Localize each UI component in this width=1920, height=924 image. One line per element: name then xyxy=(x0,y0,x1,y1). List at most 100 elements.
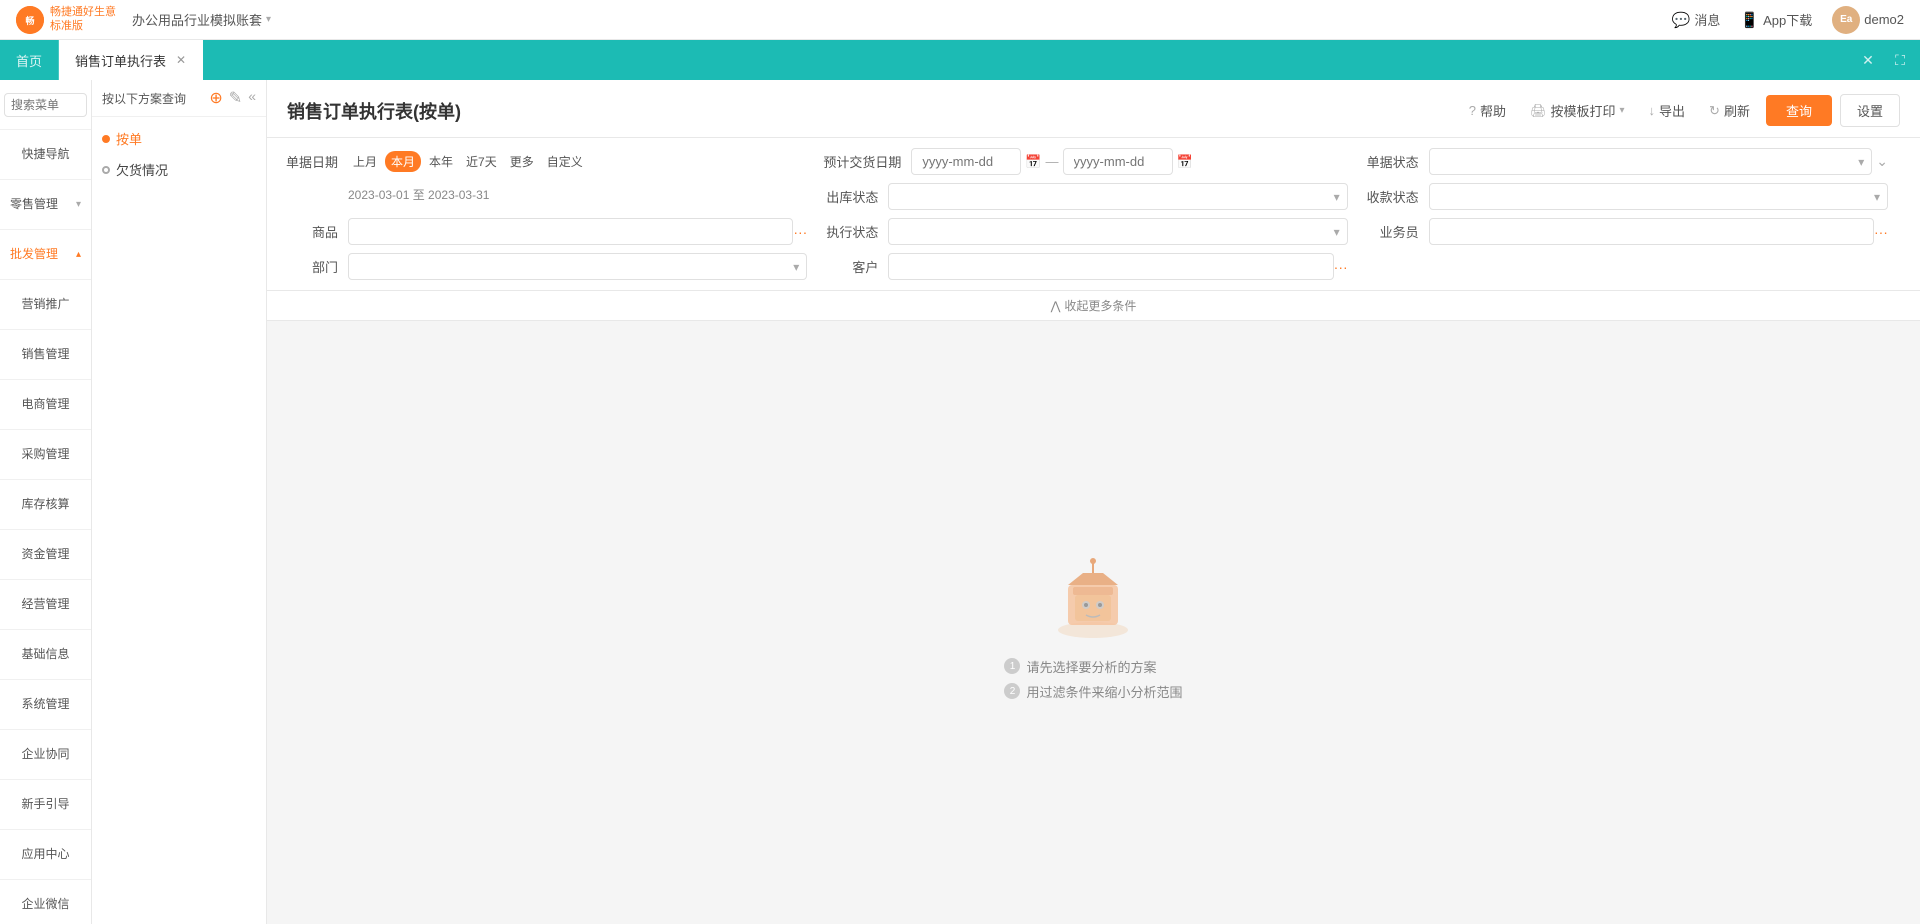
date-range-text: 2023-03-01 至 2023-03-31 xyxy=(348,186,489,203)
export-icon: ↓ xyxy=(1649,103,1656,118)
date-dash: — xyxy=(1046,154,1059,169)
out-status-select[interactable] xyxy=(888,183,1347,210)
salesperson-ellipsis-icon[interactable]: ··· xyxy=(1874,224,1888,240)
expected-date-start[interactable] xyxy=(911,148,1021,175)
svg-text:畅: 畅 xyxy=(25,15,34,26)
page-header-row: 销售订单执行表(按单) ? 帮助 🖨 按模板打印 ▾ ↓ 导出 xyxy=(267,80,1920,138)
collapse-up-icon: ⋀ xyxy=(1051,299,1061,313)
sidebar-item-basics[interactable]: 基础信息 xyxy=(0,630,91,680)
scheme-item-label: 欠货情况 xyxy=(116,160,168,179)
sidebar-item-purchase[interactable]: 采购管理 xyxy=(0,430,91,480)
print-arrow-icon: ▾ xyxy=(1620,105,1625,116)
date-tab-more[interactable]: 更多 xyxy=(505,151,539,172)
export-btn[interactable]: ↓ 导出 xyxy=(1641,97,1694,124)
tab-sales-order[interactable]: 销售订单执行表 ✕ xyxy=(59,40,203,80)
top-bar-right: 💬 消息 📱 App下载 Ea demo2 xyxy=(1672,6,1904,34)
sidebar-item-ecommerce[interactable]: 电商管理 xyxy=(0,380,91,430)
sidebar-item-retail[interactable]: 零售管理 ▾ xyxy=(0,180,91,230)
scheme-item-order[interactable]: 按单 xyxy=(92,123,266,154)
message-btn[interactable]: 💬 消息 xyxy=(1672,10,1721,29)
date-tab-7days[interactable]: 近7天 xyxy=(461,151,502,172)
refresh-btn[interactable]: ↻ 刷新 xyxy=(1701,97,1758,124)
sidebar-item-operations[interactable]: 经营管理 xyxy=(0,580,91,630)
sidebar-item-quicknav[interactable]: 快捷导航 xyxy=(0,130,91,180)
settings-btn[interactable]: 设置 xyxy=(1840,94,1900,127)
chevron-icon: ▾ xyxy=(76,198,81,212)
sidebar-item-wholesale[interactable]: 批发管理 ▴ xyxy=(0,230,91,280)
dept-select[interactable] xyxy=(348,253,807,280)
goods-input[interactable] xyxy=(348,218,793,245)
sidebar-item-wechat[interactable]: 企业微信 xyxy=(0,880,91,924)
sidebar-item-label: 企业协同 xyxy=(21,746,69,763)
sidebar-item-appcenter[interactable]: 应用中心 xyxy=(0,830,91,880)
app-download-btn[interactable]: 📱 App下载 xyxy=(1740,10,1812,29)
goods-ellipsis-icon[interactable]: ··· xyxy=(793,224,807,240)
sidebar-item-inventory[interactable]: 库存核算 xyxy=(0,480,91,530)
sidebar-item-label: 经营管理 xyxy=(21,596,69,613)
expected-date-end[interactable] xyxy=(1063,148,1173,175)
query-btn[interactable]: 查询 xyxy=(1766,95,1832,126)
date-tab-last-month[interactable]: 上月 xyxy=(348,151,382,172)
sidebar-item-sales[interactable]: 销售管理 xyxy=(0,330,91,380)
minimize-btn[interactable]: ✕ xyxy=(1856,48,1880,72)
expected-date-label: 预计交货日期 xyxy=(823,152,901,171)
sidebar-item-newuser[interactable]: 新手引导 xyxy=(0,780,91,830)
help-btn[interactable]: ? 帮助 xyxy=(1461,97,1514,124)
tab-sales-order-label: 销售订单执行表 xyxy=(75,51,166,70)
sidebar-item-marketing[interactable]: 营销推广 xyxy=(0,280,91,330)
out-status-control xyxy=(888,183,1347,210)
sidebar-item-label: 新手引导 xyxy=(21,796,69,813)
left-panel-actions: ⊕ ✎ « xyxy=(209,88,256,108)
tab-home[interactable]: 首页 xyxy=(0,40,59,80)
date-tab-custom[interactable]: 自定义 xyxy=(542,151,588,172)
search-input[interactable] xyxy=(4,93,87,117)
print-btn[interactable]: 🖨 按模板打印 ▾ xyxy=(1522,97,1633,124)
sidebar-item-label: 销售管理 xyxy=(21,346,69,363)
logo-area[interactable]: 畅 畅捷通好生意 标准版 xyxy=(16,6,116,34)
close-icon[interactable]: ✕ xyxy=(176,53,186,67)
dept-label: 部门 xyxy=(283,257,338,276)
sidebar-item-system[interactable]: 系统管理 xyxy=(0,680,91,730)
top-bar: 畅 畅捷通好生意 标准版 办公用品行业模拟账套 ▾ 💬 消息 📱 App下载 E… xyxy=(0,0,1920,40)
add-scheme-icon[interactable]: ⊕ xyxy=(209,88,222,108)
empty-tip-2: 2 用过滤条件来缩小分析范围 xyxy=(1004,682,1182,701)
calendar-start-icon[interactable]: 📅 xyxy=(1025,154,1041,170)
maximize-btn[interactable]: ⛶ xyxy=(1888,48,1912,72)
sidebar-item-cooperation[interactable]: 企业协同 xyxy=(0,730,91,780)
customer-control: ··· xyxy=(888,253,1347,280)
sidebar-item-label: 批发管理 xyxy=(10,246,58,263)
chevron-down-icon: ▾ xyxy=(266,14,271,25)
sidebar-item-label: 资金管理 xyxy=(21,546,69,563)
calendar-end-icon[interactable]: 📅 xyxy=(1177,154,1193,170)
collect-status-select[interactable] xyxy=(1429,183,1888,210)
empty-illustration xyxy=(1043,545,1143,645)
doc-status-expand-icon[interactable]: ⌄ xyxy=(1876,153,1888,170)
tip-num-2: 2 xyxy=(1004,683,1020,699)
doc-status-select[interactable] xyxy=(1429,148,1873,175)
app-selector[interactable]: 办公用品行业模拟账套 ▾ xyxy=(124,6,279,33)
scheme-item-shortage[interactable]: 欠货情况 xyxy=(92,154,266,185)
collapse-row[interactable]: ⋀ 收起更多条件 xyxy=(267,291,1920,321)
collapse-panel-icon[interactable]: « xyxy=(248,88,256,108)
customer-ellipsis-icon[interactable]: ··· xyxy=(1334,259,1348,275)
tab-home-label: 首页 xyxy=(16,51,42,70)
salesperson-input[interactable] xyxy=(1429,218,1874,245)
exec-status-select[interactable] xyxy=(888,218,1347,245)
sidebar-item-label: 基础信息 xyxy=(21,646,69,663)
filter-cell-salesperson: 业务员 ··· xyxy=(1364,218,1904,245)
date-tab-this-month[interactable]: 本月 xyxy=(385,151,421,172)
logo-icon: 畅 xyxy=(16,6,44,34)
user-menu[interactable]: Ea demo2 xyxy=(1832,6,1904,34)
date-tab-this-year[interactable]: 本年 xyxy=(424,151,458,172)
sidebar-item-label: 电商管理 xyxy=(21,396,69,413)
chevron-up-icon: ▴ xyxy=(76,248,81,262)
left-panel-items: 按单 欠货情况 xyxy=(92,117,266,924)
filter-cell-goods: 商品 ··· xyxy=(283,218,823,245)
edit-scheme-icon[interactable]: ✎ xyxy=(229,88,242,108)
customer-input[interactable] xyxy=(888,253,1333,280)
sidebar-item-label: 系统管理 xyxy=(21,696,69,713)
sidebar-item-finance[interactable]: 资金管理 xyxy=(0,530,91,580)
dept-control xyxy=(348,253,807,280)
filter-cell-dept: 部门 xyxy=(283,253,823,280)
filter-area: 单据日期 上月 本月 本年 近7天 更多 自定义 预计交货日 xyxy=(267,138,1920,291)
